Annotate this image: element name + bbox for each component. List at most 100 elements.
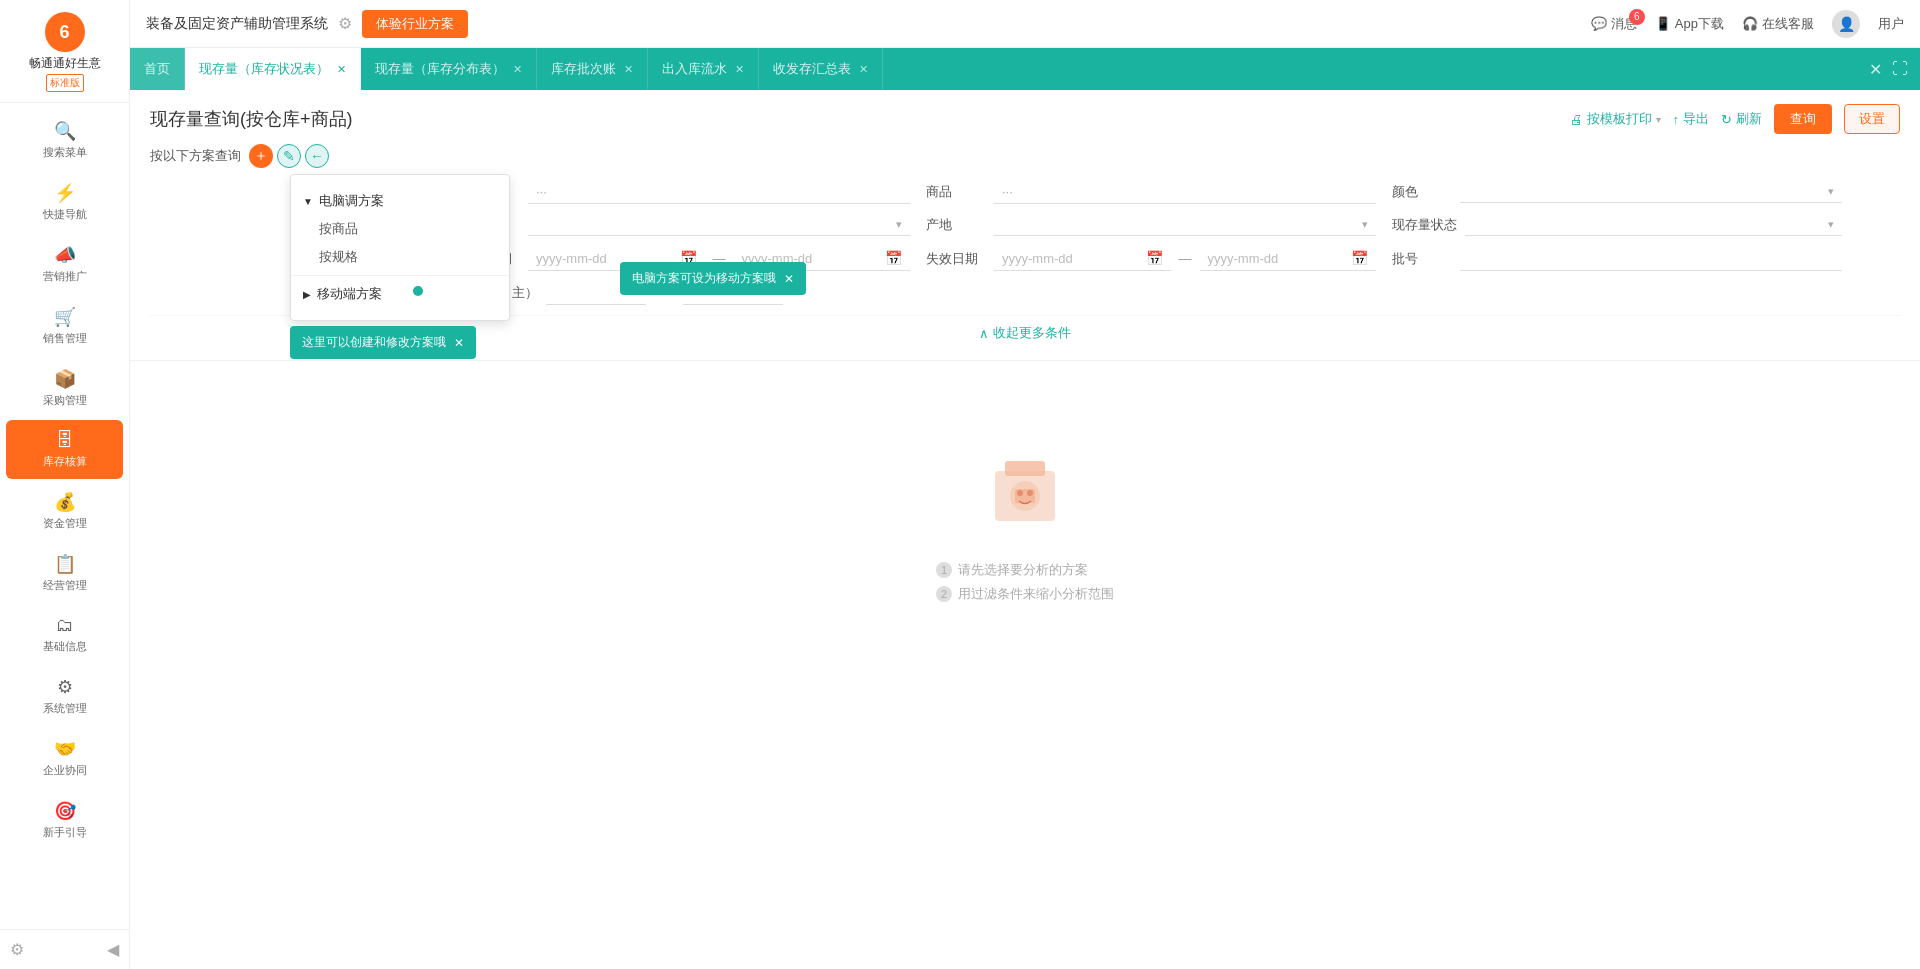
sidebar-item-marketing[interactable]: 📣 营销推广 xyxy=(6,234,123,294)
color-arrow-icon: ▾ xyxy=(1828,185,1834,198)
svg-rect-1 xyxy=(1005,461,1045,476)
print-button[interactable]: 🖨 按模板打印 ▾ xyxy=(1570,110,1661,128)
color-label: 颜色 xyxy=(1392,183,1452,201)
tab-receive-summary[interactable]: 收发存汇总表 ✕ xyxy=(759,48,883,90)
filter-goods: 商品 ··· xyxy=(926,180,1376,204)
tab-batch-ledger-close[interactable]: ✕ xyxy=(624,63,633,76)
trial-button[interactable]: 体验行业方案 xyxy=(362,10,468,38)
tab-inventory-status[interactable]: 现存量（库存状况表） ✕ xyxy=(185,48,361,90)
prod-date-end-calendar-icon[interactable]: 📅 xyxy=(885,250,902,266)
stock-status-select[interactable]: ▾ xyxy=(1465,214,1842,236)
sidebar-item-finance[interactable]: 💰 资金管理 xyxy=(6,481,123,541)
header-online-service[interactable]: 🎧 在线客服 xyxy=(1742,15,1814,33)
logo-badge: 标准版 xyxy=(46,74,84,92)
page-title-bar: 现存量查询(按仓库+商品) 🖨 按模板打印 ▾ ↑ 导出 ↻ 刷新 xyxy=(130,90,1920,144)
tab-receive-summary-label: 收发存汇总表 xyxy=(773,60,851,78)
tab-in-out-flow-close[interactable]: ✕ xyxy=(735,63,744,76)
tooltip-scheme-close[interactable]: ✕ xyxy=(784,272,794,286)
tab-inventory-dist[interactable]: 现存量（库存分布表） ✕ xyxy=(361,48,537,90)
basic-icon: 🗂 xyxy=(56,615,74,636)
add-scheme-button[interactable]: ＋ xyxy=(249,144,273,168)
origin-select[interactable]: ▾ xyxy=(994,214,1376,236)
empty-illustration xyxy=(975,441,1075,541)
sidebar: 6 畅通通好生意 标准版 🔍 搜索菜单 ⚡ 快捷导航 📣 营销推广 🛒 销售管理… xyxy=(0,0,130,969)
sidebar-item-sales[interactable]: 🛒 销售管理 xyxy=(6,296,123,356)
printer-icon: 🖨 xyxy=(1570,112,1583,127)
settings-button[interactable]: 设置 xyxy=(1844,104,1900,134)
expire-date-start[interactable]: yyyy-mm-dd 📅 xyxy=(994,246,1171,271)
user-name[interactable]: 用户 xyxy=(1878,15,1904,33)
tab-receive-summary-close[interactable]: ✕ xyxy=(859,63,868,76)
page-actions: 🖨 按模板打印 ▾ ↑ 导出 ↻ 刷新 查询 设置 xyxy=(1570,104,1901,134)
origin-label: 产地 xyxy=(926,216,986,234)
sidebar-item-search[interactable]: 🔍 搜索菜单 xyxy=(6,110,123,170)
sidebar-item-enterprise[interactable]: 🤝 企业协同 xyxy=(6,728,123,788)
scheme-group-mobile-header[interactable]: ▶ 移动端方案 xyxy=(291,280,509,308)
query-button[interactable]: 查询 xyxy=(1774,104,1832,134)
tab-inventory-dist-label: 现存量（库存分布表） xyxy=(375,60,505,78)
tab-batch-ledger[interactable]: 库存批次账 ✕ xyxy=(537,48,648,90)
filter-expire-date: 失效日期 yyyy-mm-dd 📅 — yyyy-mm-dd 📅 xyxy=(926,246,1376,271)
batch-input[interactable] xyxy=(1460,247,1842,271)
tab-close-all-icon[interactable]: ✕ xyxy=(1869,60,1882,79)
scheme-item-spec[interactable]: 按规格 xyxy=(291,243,509,271)
message-badge: 6 xyxy=(1629,9,1645,25)
logo-text: 畅通通好生意 xyxy=(29,56,101,72)
filter-actions: ＋ ✎ ← xyxy=(249,144,329,168)
header-app-download[interactable]: 📱 App下载 xyxy=(1655,15,1724,33)
tab-expand-icon[interactable]: ⛶ xyxy=(1892,60,1908,78)
expire-date-start-calendar-icon[interactable]: 📅 xyxy=(1146,250,1163,266)
tip-num-2: 2 xyxy=(936,586,952,602)
empty-state: 1 请先选择要分析的方案 2 用过滤条件来缩小分析范围 xyxy=(130,361,1920,689)
stock-status-arrow-icon: ▾ xyxy=(1828,218,1834,231)
color-select[interactable]: ▾ xyxy=(1460,181,1842,203)
tab-inventory-dist-close[interactable]: ✕ xyxy=(513,63,522,76)
header-message[interactable]: 💬 消息 6 xyxy=(1591,15,1637,33)
empty-tip-2: 用过滤条件来缩小分析范围 xyxy=(958,585,1114,603)
chevron-down-icon: ▼ xyxy=(303,196,313,207)
header-gear-icon[interactable]: ⚙ xyxy=(338,14,352,33)
page-title: 现存量查询(按仓库+商品) xyxy=(150,107,353,131)
sidebar-item-system[interactable]: ⚙ 系统管理 xyxy=(6,666,123,726)
sidebar-item-purchase[interactable]: 📦 采购管理 xyxy=(6,358,123,418)
sidebar-item-operation[interactable]: 📋 经营管理 xyxy=(6,543,123,603)
sidebar-item-basic[interactable]: 🗂 基础信息 xyxy=(6,605,123,664)
filter-color: 颜色 ▾ xyxy=(1392,181,1842,203)
warehouse-select[interactable]: ··· xyxy=(528,180,910,204)
tooltip-create: 这里可以创建和修改方案哦 ✕ xyxy=(290,326,476,359)
expire-date-end-calendar-icon[interactable]: 📅 xyxy=(1351,250,1368,266)
search-icon: 🔍 xyxy=(54,120,76,142)
sidebar-item-inventory[interactable]: 🗄 库存核算 xyxy=(6,420,123,479)
user-avatar: 👤 xyxy=(1832,10,1860,38)
filter-size: 尺码 ▾ xyxy=(460,214,910,236)
header-left: 装备及固定资产辅助管理系统 ⚙ 体验行业方案 xyxy=(146,10,468,38)
sidebar-item-quick[interactable]: ⚡ 快捷导航 xyxy=(6,172,123,232)
tab-inventory-status-close[interactable]: ✕ xyxy=(337,63,346,76)
scheme-dropdown: ▼ 电脑调方案 按商品 按规格 xyxy=(290,174,510,321)
scheme-item-goods[interactable]: 按商品 xyxy=(291,215,509,243)
export-button[interactable]: ↑ 导出 xyxy=(1673,110,1710,128)
edit-scheme-button[interactable]: ✎ xyxy=(277,144,301,168)
expire-date-end[interactable]: yyyy-mm-dd 📅 xyxy=(1200,246,1377,271)
filter-label: 按以下方案查询 xyxy=(150,147,241,165)
filter-row-2: 尺码 ▾ 产地 ▾ 现存量状态 xyxy=(460,214,1900,236)
filter-batch: 批号 xyxy=(1392,247,1842,271)
scheme-group-mobile: ▶ 移动端方案 xyxy=(291,280,509,308)
sidebar-item-guide[interactable]: 🎯 新手引导 xyxy=(6,790,123,850)
tab-home[interactable]: 首页 xyxy=(130,48,185,90)
scheme-group-desktop-header[interactable]: ▼ 电脑调方案 xyxy=(291,187,509,215)
arrow-scheme-button[interactable]: ← xyxy=(305,144,329,168)
tooltip-create-close[interactable]: ✕ xyxy=(454,336,464,350)
tab-bar: 首页 现存量（库存状况表） ✕ 现存量（库存分布表） ✕ 库存批次账 ✕ 出入库… xyxy=(130,48,1920,90)
inventory-icon: 🗄 xyxy=(56,430,74,451)
collapse-filter-button[interactable]: ∧ 收起更多条件 xyxy=(979,324,1071,342)
system-title: 装备及固定资产辅助管理系统 xyxy=(146,15,328,33)
refresh-button[interactable]: ↻ 刷新 xyxy=(1721,110,1762,128)
goods-select[interactable]: ··· xyxy=(994,180,1376,204)
size-select[interactable]: ▾ xyxy=(528,214,910,236)
filter-header: 按以下方案查询 ＋ ✎ ← xyxy=(150,144,1900,168)
chevron-up-icon: ∧ xyxy=(979,326,989,341)
settings-bottom-icon[interactable]: ⚙ xyxy=(10,940,24,959)
tab-in-out-flow[interactable]: 出入库流水 ✕ xyxy=(648,48,759,90)
collapse-sidebar-icon[interactable]: ◀ xyxy=(107,940,119,959)
